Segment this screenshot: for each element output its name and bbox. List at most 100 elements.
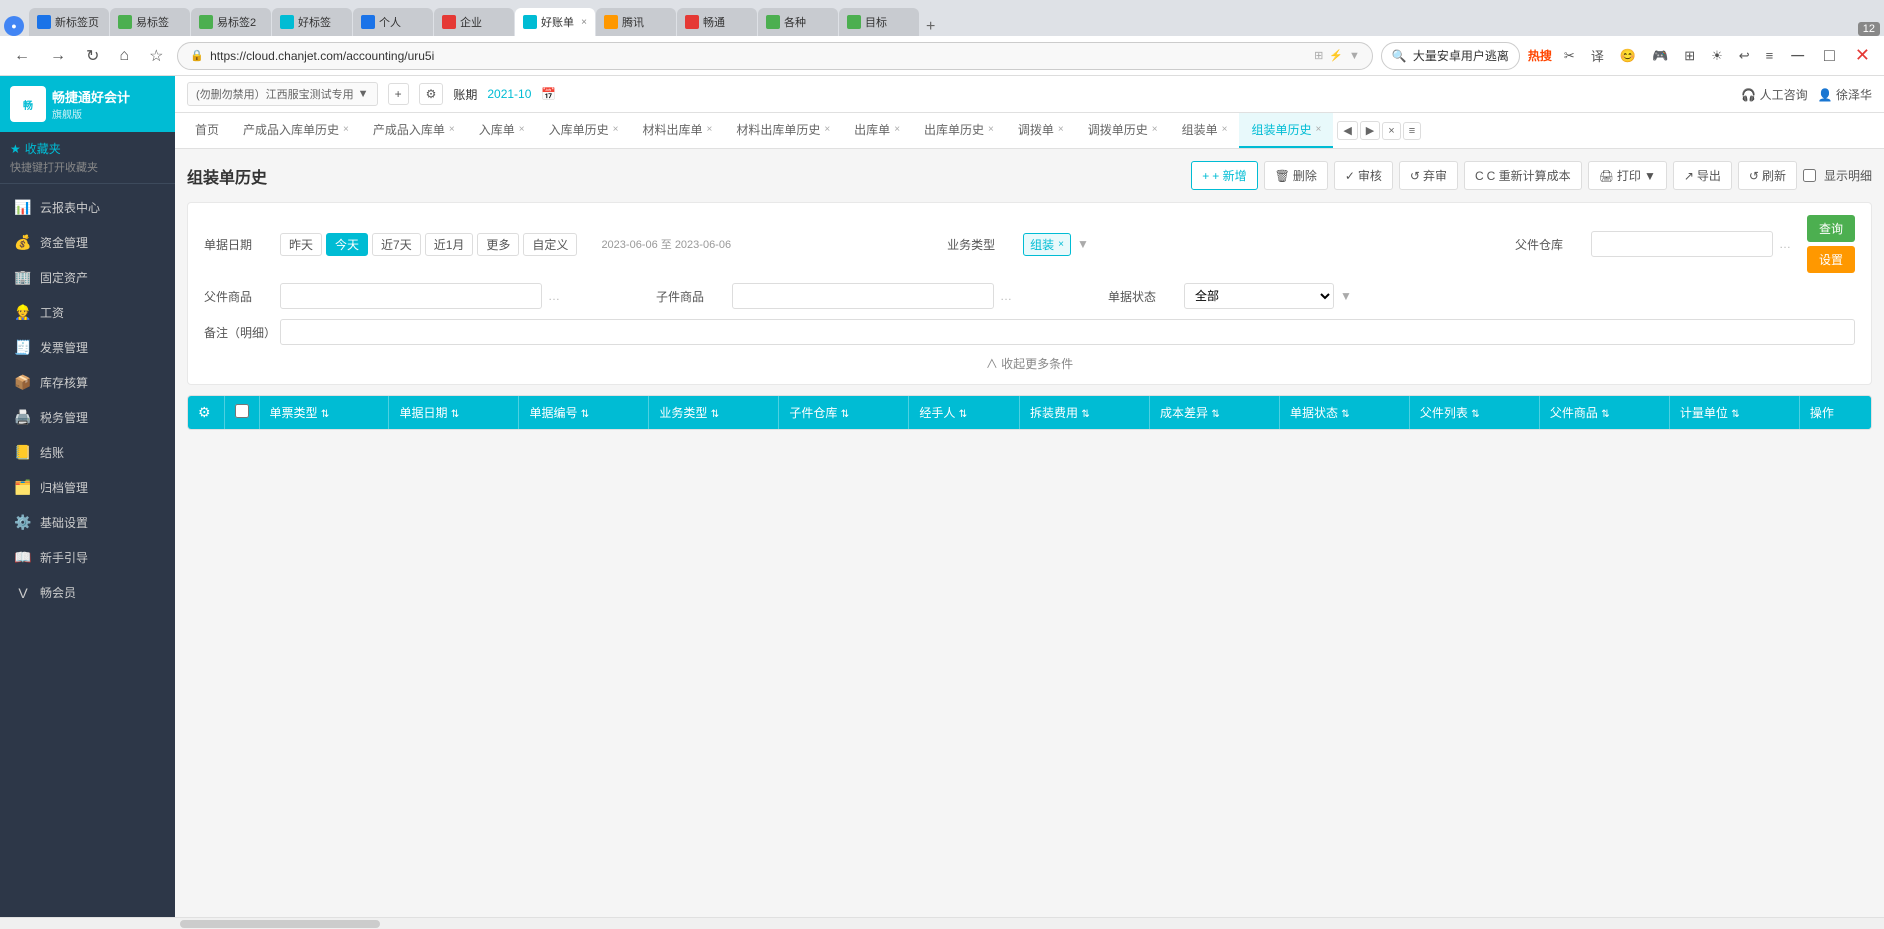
tab-close-11[interactable]: × <box>1222 124 1228 135</box>
col-checkbox[interactable] <box>224 396 259 429</box>
tab-close-10[interactable]: × <box>1152 124 1158 135</box>
parent-warehouse-more-icon[interactable]: … <box>1779 237 1791 251</box>
home-button[interactable]: ⌂ <box>113 43 135 69</box>
sidebar-item-archive[interactable]: 🗂️ 归档管理 <box>0 470 175 505</box>
col-handler[interactable]: 经手人 ⇅ <box>909 396 1020 429</box>
browser-tab-5[interactable]: 个人 <box>353 8 433 36</box>
page-tab-transfer-history[interactable]: 调拨单历史 × <box>1076 113 1170 148</box>
company-settings-button[interactable]: ⚙ <box>419 83 444 105</box>
refresh-button[interactable]: ↺ 刷新 <box>1738 161 1797 190</box>
menu-icon[interactable]: ≡ <box>1762 46 1778 65</box>
col-number[interactable]: 单据编号 ⇅ <box>519 396 649 429</box>
page-tab-assembly[interactable]: 组装单 × <box>1170 113 1240 148</box>
sidebar-item-close-accounts[interactable]: 📒 结账 <box>0 435 175 470</box>
col-parent-goods[interactable]: 父件商品 ⇅ <box>1539 396 1669 429</box>
sidebar-item-funds[interactable]: 💰 资金管理 <box>0 225 175 260</box>
browser-tab-11[interactable]: 目标 <box>839 8 919 36</box>
scrollbar-thumb[interactable] <box>180 920 380 928</box>
tabs-prev-button[interactable]: ◀ <box>1337 121 1357 140</box>
page-tab-material-out-history[interactable]: 材料出库单历史 × <box>724 113 842 148</box>
page-tab-in-history[interactable]: 入库单历史 × <box>537 113 631 148</box>
date-btn-more[interactable]: 更多 <box>477 233 519 256</box>
page-tab-material-out[interactable]: 材料出库单 × <box>630 113 724 148</box>
select-all-checkbox[interactable] <box>235 404 249 418</box>
undo-icon[interactable]: ↩ <box>1735 46 1754 66</box>
child-goods-more-icon[interactable]: … <box>1000 289 1012 303</box>
browser-tab-4[interactable]: 好标签 <box>272 8 352 36</box>
browser-tab-10[interactable]: 各种 <box>758 8 838 36</box>
browser-tab-3[interactable]: 易标签2 <box>191 8 271 36</box>
grid-icon[interactable]: ⊞ <box>1680 46 1699 66</box>
tab-close-5[interactable]: × <box>706 124 712 135</box>
col-disassemble-fee[interactable]: 拆装费用 ⇅ <box>1020 396 1150 429</box>
tab-close-4[interactable]: × <box>613 124 619 135</box>
browser-tab-2[interactable]: 易标签 <box>110 8 190 36</box>
col-date[interactable]: 单据日期 ⇅ <box>389 396 519 429</box>
horizontal-scrollbar[interactable] <box>0 917 1884 929</box>
add-company-button[interactable]: + <box>388 83 409 105</box>
tab-close-7[interactable]: × <box>894 124 900 135</box>
company-selector[interactable]: (勿删勿禁用）江西服宝测试专用 ▼ <box>187 82 378 106</box>
biz-type-tag-close[interactable]: × <box>1058 239 1064 250</box>
col-unit[interactable]: 计量单位 ⇅ <box>1669 396 1799 429</box>
scissors-icon[interactable]: ✂ <box>1560 46 1579 66</box>
url-dropdown-icon[interactable]: ▼ <box>1349 50 1360 62</box>
browser-tab-6[interactable]: 企业 <box>434 8 514 36</box>
tab-close-6[interactable]: × <box>824 124 830 135</box>
tabs-menu-button[interactable]: ≡ <box>1403 122 1421 140</box>
sidebar-item-reports[interactable]: 📊 云报表中心 <box>0 190 175 225</box>
date-btn-1month[interactable]: 近1月 <box>425 233 474 256</box>
abandon-button[interactable]: ↺ 弃审 <box>1399 161 1458 190</box>
page-tab-assembly-history[interactable]: 组装单历史 × <box>1239 113 1333 148</box>
display-detail-label[interactable]: 显示明细 <box>1803 167 1872 184</box>
sidebar-item-membership[interactable]: V 畅会员 <box>0 575 175 610</box>
new-tab-button[interactable]: + <box>920 18 941 36</box>
sidebar-item-settings[interactable]: ⚙️ 基础设置 <box>0 505 175 540</box>
game-icon[interactable]: 🎮 <box>1648 46 1672 66</box>
browser-tab-8[interactable]: 腾讯 <box>596 8 676 36</box>
biz-type-dropdown-icon[interactable]: ▼ <box>1077 237 1089 251</box>
col-biz-type[interactable]: 业务类型 ⇅ <box>649 396 779 429</box>
tabs-next-button[interactable]: ▶ <box>1360 121 1380 140</box>
col-parent-list[interactable]: 父件列表 ⇅ <box>1409 396 1539 429</box>
bookmark-button[interactable]: ☆ <box>143 42 169 70</box>
sun-icon[interactable]: ☀ <box>1707 46 1727 66</box>
delete-button[interactable]: 🗑 删除 <box>1264 161 1328 190</box>
col-child-warehouse[interactable]: 子件仓库 ⇅ <box>779 396 909 429</box>
tab-close-7[interactable]: × <box>581 17 587 28</box>
sidebar-item-inventory[interactable]: 📦 库存核算 <box>0 365 175 400</box>
date-btn-custom[interactable]: 自定义 <box>523 233 577 256</box>
add-button[interactable]: + + 新增 <box>1191 161 1257 190</box>
browser-tab-7[interactable]: 好账单 × <box>515 8 595 36</box>
sidebar-favorites[interactable]: ★ 收藏夹 快捷键打开收藏夹 <box>0 132 175 184</box>
page-tab-in-order[interactable]: 入库单 × <box>467 113 537 148</box>
forward-button[interactable]: → <box>44 43 72 69</box>
emoji-icon[interactable]: 😊 <box>1616 46 1640 66</box>
remarks-input[interactable] <box>280 319 1855 345</box>
browser-tab-1[interactable]: 新标签页 <box>29 8 109 36</box>
page-tab-out-history[interactable]: 出库单历史 × <box>912 113 1006 148</box>
print-button[interactable]: 🖨 打印 ▼ <box>1588 161 1667 190</box>
sidebar-item-guide[interactable]: 📖 新手引导 <box>0 540 175 575</box>
table-settings-button[interactable]: ⚙ <box>198 404 211 421</box>
url-bar[interactable]: 🔒 https://cloud.chanjet.com/accounting/u… <box>177 42 1373 70</box>
tab-close-8[interactable]: × <box>988 124 994 135</box>
page-tab-transfer[interactable]: 调拨单 × <box>1006 113 1076 148</box>
query-button[interactable]: 查询 <box>1807 215 1855 242</box>
parent-goods-input[interactable] <box>280 283 542 309</box>
maximize-button[interactable]: □ <box>1818 41 1841 70</box>
browser-tab-9[interactable]: 畅通 <box>677 8 757 36</box>
calendar-icon[interactable]: 📅 <box>541 87 556 101</box>
reload-button[interactable]: ↻ <box>80 42 105 70</box>
order-status-select[interactable]: 全部 <box>1184 283 1334 309</box>
sidebar-item-tax[interactable]: 🖨️ 税务管理 <box>0 400 175 435</box>
period-value[interactable]: 2021-10 <box>487 87 531 101</box>
display-detail-checkbox[interactable] <box>1803 169 1816 182</box>
col-order-status[interactable]: 单据状态 ⇅ <box>1279 396 1409 429</box>
minimize-button[interactable]: ─ <box>1785 41 1810 70</box>
page-tab-home[interactable]: 首页 <box>183 113 231 148</box>
collapse-button[interactable]: ∧ 收起更多条件 <box>986 355 1073 372</box>
tab-close-9[interactable]: × <box>1058 124 1064 135</box>
user-button[interactable]: 👤 徐泽华 <box>1818 86 1872 103</box>
child-goods-input[interactable] <box>732 283 994 309</box>
